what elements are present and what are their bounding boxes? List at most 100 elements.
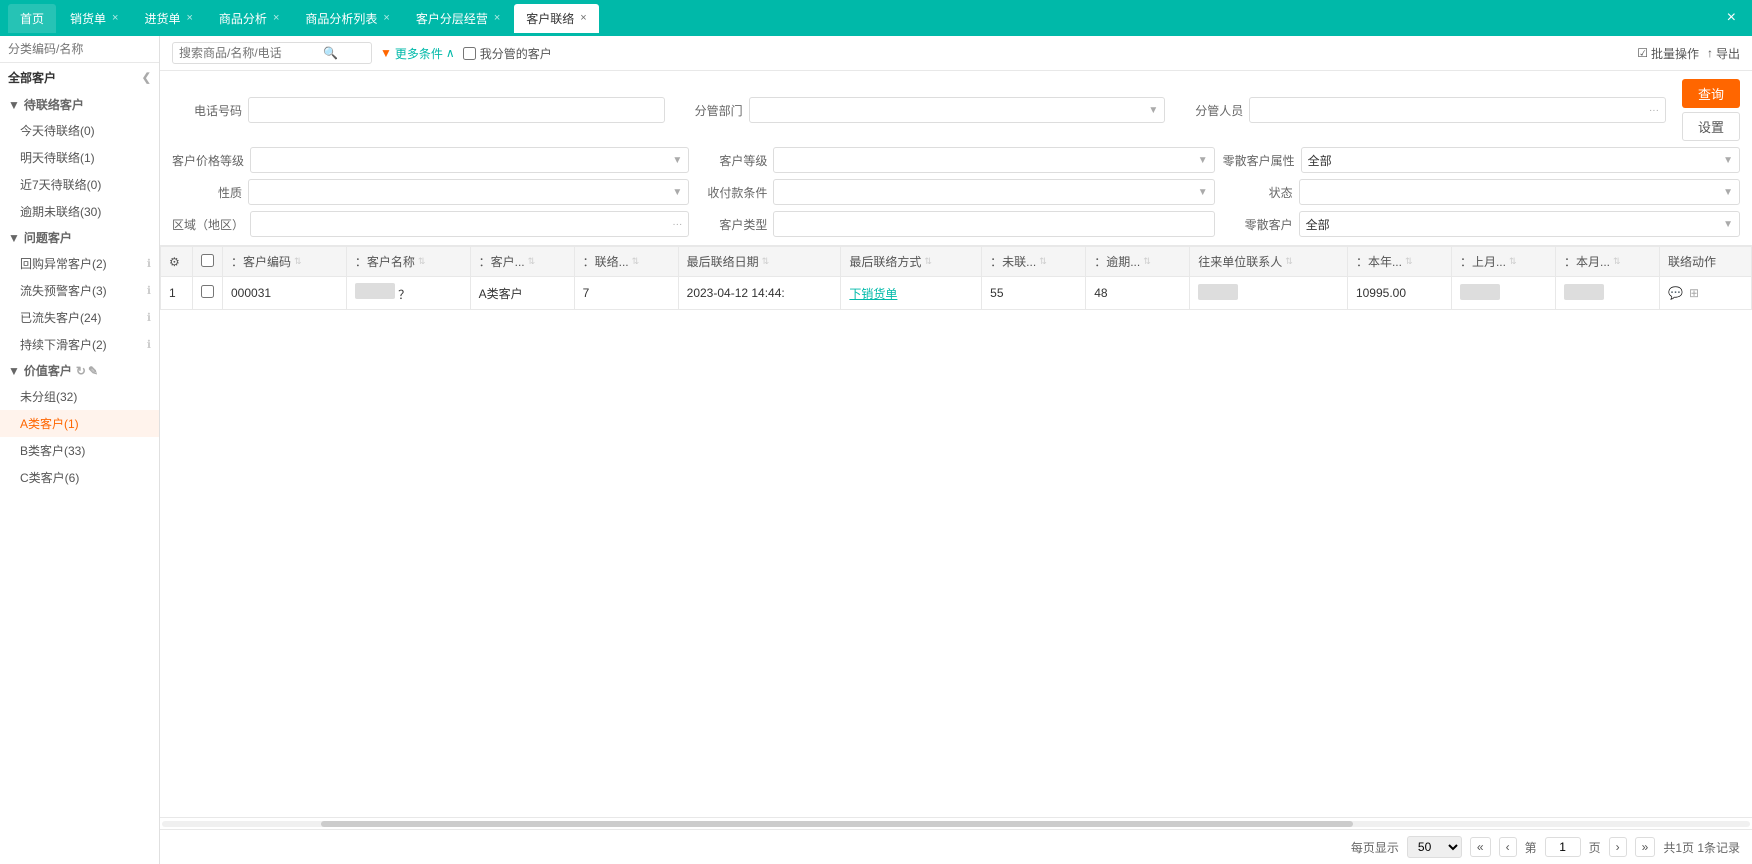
search-container: 🔍	[172, 42, 372, 64]
customer-level-select[interactable]: ▼	[773, 147, 1214, 173]
col-current-month[interactable]: ：本月... ⇅	[1555, 247, 1659, 277]
scroll-track[interactable]	[162, 821, 1750, 827]
per-page-select[interactable]: 50 100 200	[1407, 836, 1462, 858]
page-input[interactable]	[1545, 837, 1581, 857]
first-page-button[interactable]: «	[1470, 837, 1491, 857]
nav-tab-analysis-close[interactable]: ×	[273, 12, 279, 24]
phone-input[interactable]	[248, 97, 665, 123]
sidebar-item-class-b[interactable]: B类客户(33)	[0, 437, 159, 464]
col-overdue-days[interactable]: ：逾期... ⇅	[1086, 247, 1190, 277]
sidebar-item-declining[interactable]: 持续下滑客户(2) ℹ	[0, 331, 159, 358]
nature-select[interactable]: ▼	[248, 179, 689, 205]
window-close-button[interactable]: ×	[1719, 9, 1744, 27]
search-icon[interactable]: 🔍	[323, 46, 338, 60]
contact-person-placeholder	[1198, 284, 1238, 300]
payment-select[interactable]: ▼	[773, 179, 1214, 205]
more-filters-button[interactable]: ▼ 更多条件 ∧	[380, 45, 455, 62]
nav-tab-analysis[interactable]: 商品分析 ×	[207, 4, 291, 33]
sidebar-item-tomorrow-pending[interactable]: 明天待联络(1)	[0, 144, 159, 171]
retail-attr-select[interactable]: 全部 ▼	[1301, 147, 1740, 173]
last-page-button[interactable]: »	[1635, 837, 1656, 857]
phone-label: 电话号码	[172, 102, 242, 119]
nav-tab-purchase[interactable]: 进货单 ×	[132, 4, 204, 33]
region-select[interactable]: ···	[250, 211, 689, 237]
retail-customer-select[interactable]: 全部 ▼	[1299, 211, 1740, 237]
nav-tab-customer-segment-close[interactable]: ×	[494, 12, 500, 24]
row-action: 💬 ⊞	[1660, 277, 1752, 310]
all-customers-header[interactable]: 全部客户 ❮	[0, 63, 159, 92]
sidebar-item-today-pending[interactable]: 今天待联络(0)	[0, 117, 159, 144]
col-no-contact-days[interactable]: ：未联... ⇅	[982, 247, 1086, 277]
col-last-contact-date[interactable]: 最后联络日期 ⇅	[678, 247, 841, 277]
col-contact-count[interactable]: ：联络... ⇅	[574, 247, 678, 277]
prev-page-button[interactable]: ‹	[1499, 837, 1517, 857]
next-page-button[interactable]: ›	[1609, 837, 1627, 857]
more-filters-label: 更多条件	[395, 45, 443, 62]
col-customer-code[interactable]: ：客户编码 ⇅	[223, 247, 347, 277]
dept-select[interactable]: ▼	[749, 97, 1166, 123]
sidebar-item-abnormal-repurchase[interactable]: 回购异常客户(2) ℹ	[0, 250, 159, 277]
col-contact-count-label: ：联络...	[583, 253, 629, 270]
sidebar-item-class-c[interactable]: C类客户(6)	[0, 464, 159, 491]
filter-field-price-level: 客户价格等级 ▼	[172, 147, 689, 173]
manager-select[interactable]: ···	[1249, 97, 1666, 123]
sidebar-group-value[interactable]: ▼ 价值客户 ↻ ✎	[0, 358, 159, 383]
sidebar-item-7days-pending[interactable]: 近7天待联络(0)	[0, 171, 159, 198]
message-icon[interactable]: 💬	[1668, 286, 1683, 300]
nav-tab-purchase-close[interactable]: ×	[186, 12, 192, 24]
nav-tab-analysis-list[interactable]: 商品分析列表 ×	[293, 4, 401, 33]
sidebar-search-input[interactable]	[8, 42, 160, 56]
horizontal-scrollbar[interactable]	[160, 817, 1752, 829]
sidebar-group-problem[interactable]: ▼ 问题客户	[0, 225, 159, 250]
price-level-select[interactable]: ▼	[250, 147, 689, 173]
customer-type-input[interactable]	[773, 211, 1214, 237]
query-button[interactable]: 查询	[1682, 79, 1740, 108]
row-checkbox[interactable]	[201, 285, 214, 298]
row-last-contact-method[interactable]: 下销货单	[841, 277, 982, 310]
sidebar-item-overdue-pending[interactable]: 逾期未联络(30)	[0, 198, 159, 225]
edit-icon[interactable]: ✎	[88, 364, 98, 378]
refresh-icon[interactable]: ↻	[76, 364, 86, 378]
col-last-contact-method[interactable]: 最后联络方式 ⇅	[841, 247, 982, 277]
scroll-thumb[interactable]	[321, 821, 1353, 827]
sidebar-group-value-label: 价值客户	[24, 362, 72, 379]
sort-icon-date: ⇅	[762, 256, 770, 267]
filter-field-customer-level: 客户等级 ▼	[697, 147, 1214, 173]
col-gear[interactable]: ⚙	[161, 247, 193, 277]
contact-method-link[interactable]: 下销货单	[849, 287, 897, 301]
setting-button[interactable]: 设置	[1682, 112, 1740, 141]
sidebar-item-lost[interactable]: 已流失客户(24) ℹ	[0, 304, 159, 331]
batch-operation-button[interactable]: ☑ 批量操作	[1637, 45, 1699, 62]
sidebar-group-pending[interactable]: ▼ 待联络客户	[0, 92, 159, 117]
sidebar-item-class-a[interactable]: A类客户(1)	[0, 410, 159, 437]
nav-tab-customer-contact[interactable]: 客户联络 ×	[514, 4, 598, 33]
col-contact-person[interactable]: 往来单位联系人 ⇅	[1190, 247, 1348, 277]
nav-tab-analysis-list-close[interactable]: ×	[383, 12, 389, 24]
sidebar-item-unclassified[interactable]: 未分组(32)	[0, 383, 159, 410]
col-customer-grade[interactable]: ：客户... ⇅	[470, 247, 574, 277]
select-all-checkbox[interactable]	[201, 254, 214, 267]
sort-icon-no-contact: ⇅	[1039, 256, 1047, 267]
col-current-year[interactable]: ：本年... ⇅	[1347, 247, 1451, 277]
nav-tab-customer-contact-close[interactable]: ×	[580, 12, 586, 24]
per-page-label: 每页显示	[1351, 839, 1399, 856]
col-customer-name[interactable]: ：客户名称 ⇅	[346, 247, 470, 277]
customer-name-placeholder	[355, 283, 395, 299]
nav-tab-sales-label: 销货单	[70, 10, 106, 27]
col-checkbox[interactable]	[193, 247, 223, 277]
col-last-month[interactable]: ：上月... ⇅	[1451, 247, 1555, 277]
sidebar-item-loss-warning[interactable]: 流失预警客户(3) ℹ	[0, 277, 159, 304]
row-checkbox-cell[interactable]	[193, 277, 223, 310]
nav-tab-sales-close[interactable]: ×	[112, 12, 118, 24]
current-month-placeholder	[1564, 284, 1604, 300]
status-select[interactable]: ▼	[1299, 179, 1740, 205]
export-button[interactable]: ↑ 导出	[1707, 45, 1740, 62]
gear-icon[interactable]: ⚙	[169, 255, 180, 269]
nav-tab-home[interactable]: 首页	[8, 4, 56, 33]
nav-tab-customer-segment[interactable]: 客户分层经营 ×	[404, 4, 512, 33]
qr-icon[interactable]: ⊞	[1689, 286, 1699, 300]
nav-tab-sales[interactable]: 销货单 ×	[58, 4, 130, 33]
nav-tab-customer-contact-label: 客户联络	[526, 10, 574, 27]
my-customers-checkbox[interactable]	[463, 47, 476, 60]
search-input[interactable]	[179, 46, 319, 60]
